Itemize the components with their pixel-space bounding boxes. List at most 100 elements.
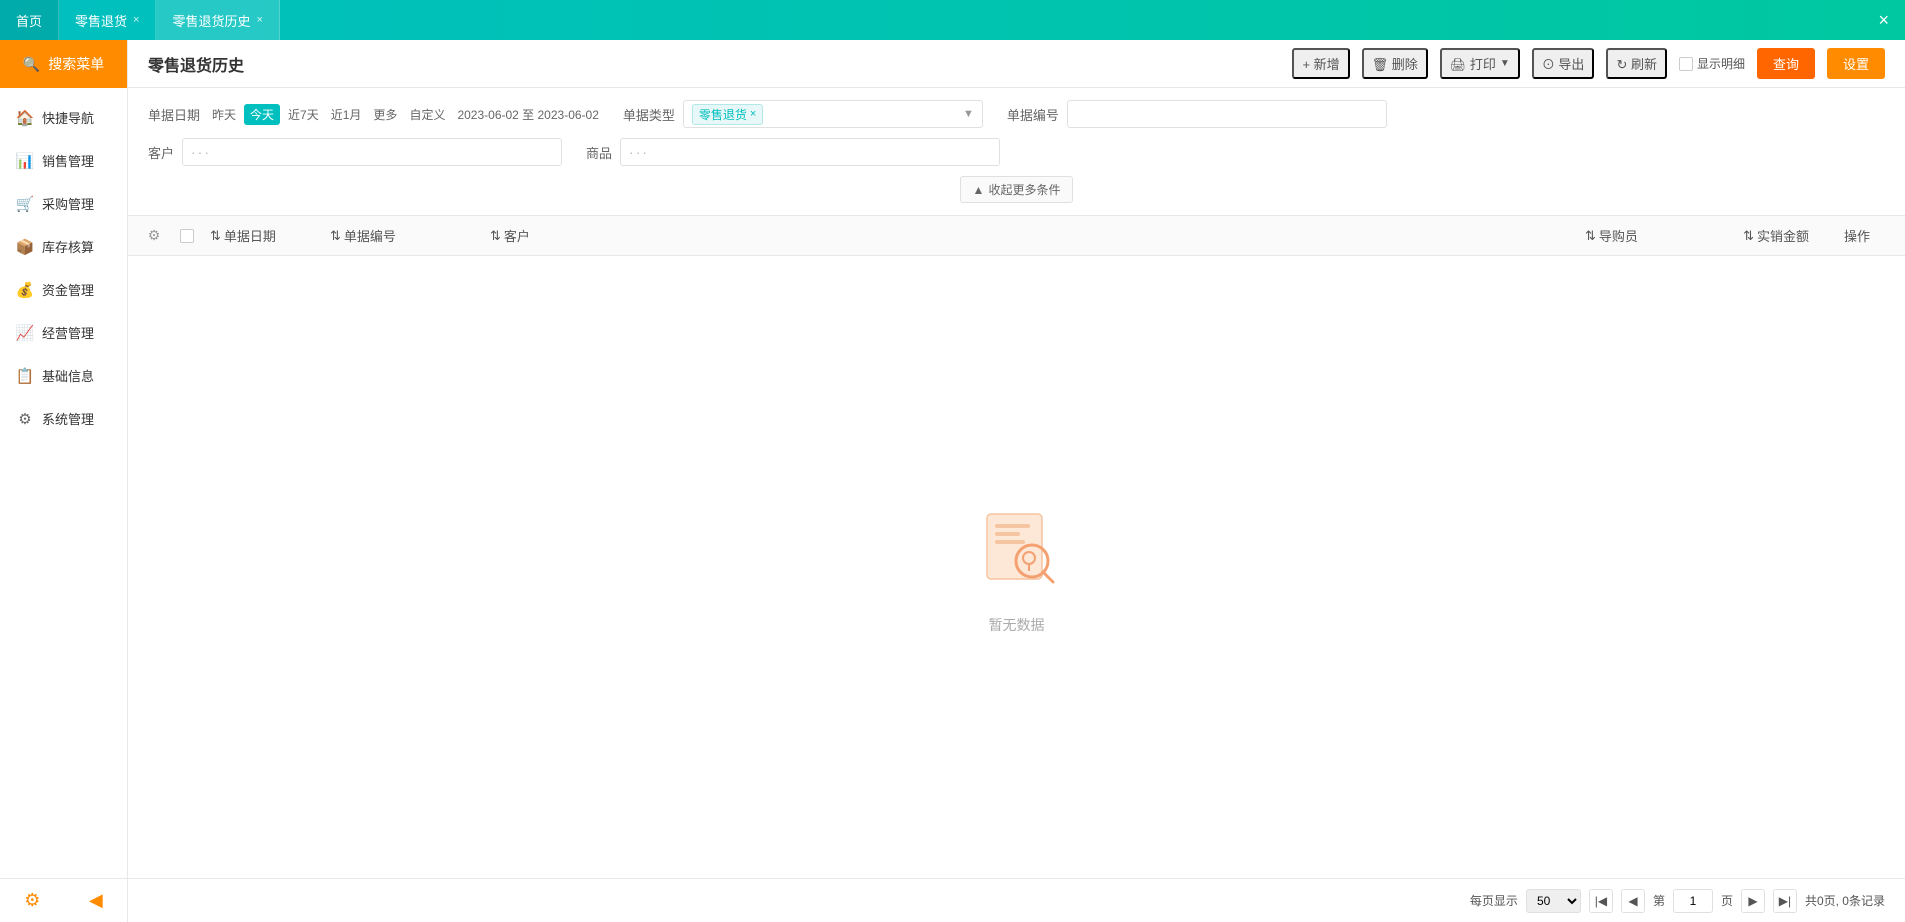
date-range-display: 2023-06-02 至 2023-06-02 (457, 106, 598, 123)
page-first-button[interactable]: |◀ (1589, 889, 1613, 913)
th-operate: 操作 (1817, 226, 1897, 245)
setting-button[interactable]: 设置 (1827, 48, 1885, 79)
bill-type-tag-close[interactable]: × (750, 108, 756, 120)
show-detail-checkbox[interactable] (1679, 57, 1693, 71)
date-opt-7days[interactable]: 近7天 (284, 104, 323, 125)
date-opt-today[interactable]: 今天 (244, 104, 280, 125)
th-customer: ⇅ 客户 (482, 226, 1577, 245)
th-amount-icon: ⇅ (1743, 228, 1754, 244)
per-page-select[interactable]: 50 10 20 100 (1526, 889, 1581, 913)
query-button[interactable]: 查询 (1757, 48, 1815, 79)
customer-select[interactable]: ··· (182, 138, 562, 166)
bill-type-label: 单据类型 (623, 105, 675, 124)
tab-list: 首页 零售退货 × 零售退货历史 × (0, 0, 1862, 40)
sales-icon: 📊 (16, 152, 34, 170)
collapse-icon: ▲ (973, 183, 985, 197)
bill-no-label: 单据编号 (1007, 105, 1059, 124)
show-detail-toggle[interactable]: 显示明细 (1679, 55, 1745, 72)
th-customer-icon: ⇅ (490, 228, 501, 244)
sidebar-item-operations[interactable]: 📈 经营管理 (0, 311, 127, 354)
page-title: 零售退货历史 (148, 52, 244, 76)
sidebar-item-label: 库存核算 (42, 237, 94, 256)
date-opt-1month[interactable]: 近1月 (327, 104, 366, 125)
page-prev-button[interactable]: ◀ (1621, 889, 1645, 913)
content-area: 零售退货历史 + 新增 🗑 删除 🖨 打印 ▼ ⊙ 导出 ↻ 刷新 (128, 40, 1905, 922)
empty-state: 暂无数据 (128, 256, 1905, 878)
collapse-filter-button[interactable]: ▲ 收起更多条件 (960, 176, 1074, 203)
th-amount: ⇅ 实销金额 (1697, 226, 1817, 245)
inventory-icon: 📦 (16, 238, 34, 256)
tab-retail-return[interactable]: 零售退货 × (59, 0, 156, 40)
sidebar-item-finance[interactable]: 💰 资金管理 (0, 268, 127, 311)
th-bill-date: ⇅ 单据日期 (202, 226, 322, 245)
new-button[interactable]: + 新增 (1292, 48, 1349, 79)
date-options: 昨天 今天 近7天 近1月 更多 自定义 (208, 104, 449, 125)
table-area: ⚙ ⇅ 单据日期 ⇅ 单据编号 ⇅ 客户 ⇅ 导购员 (128, 216, 1905, 878)
refresh-button[interactable]: ↻ 刷新 (1606, 48, 1667, 79)
tab-retail-return-history-label: 零售退货历史 (172, 11, 250, 30)
customer-placeholder: ··· (191, 144, 211, 160)
th-bill-date-icon: ⇅ (210, 228, 221, 244)
sidebar-item-basic-info[interactable]: 📋 基础信息 (0, 354, 127, 397)
tab-retail-return-history[interactable]: 零售退货历史 × (156, 0, 279, 40)
page-next-button[interactable]: ▶ (1741, 889, 1765, 913)
page-actions: + 新增 🗑 删除 🖨 打印 ▼ ⊙ 导出 ↻ 刷新 显示明细 (1292, 48, 1885, 79)
filter-row-2: 客户 ··· 商品 ··· (148, 138, 1885, 166)
filter-bill-no: 单据编号 (1007, 100, 1387, 128)
new-label: + 新增 (1302, 54, 1339, 73)
page-header: 零售退货历史 + 新增 🗑 删除 🖨 打印 ▼ ⊙ 导出 ↻ 刷新 (128, 40, 1905, 88)
sidebar-collapse-button[interactable]: ◀ (89, 890, 103, 911)
goods-placeholder: ··· (629, 144, 649, 160)
print-label: 🖨 打印 (1450, 54, 1496, 73)
search-menu-button[interactable]: 🔍 搜索菜单 (0, 40, 127, 88)
filter-goods: 商品 ··· (586, 138, 1000, 166)
sidebar-item-quick-nav[interactable]: 🏠 快捷导航 (0, 96, 127, 139)
th-guide: ⇅ 导购员 (1577, 226, 1697, 245)
window-close-button[interactable]: × (1878, 10, 1889, 31)
th-guide-label: 导购员 (1599, 226, 1638, 245)
print-button[interactable]: 🖨 打印 ▼ (1440, 48, 1520, 79)
column-settings-icon[interactable]: ⚙ (136, 227, 172, 244)
per-page-label: 每页显示 (1470, 892, 1518, 909)
delete-button[interactable]: 🗑 删除 (1362, 48, 1428, 79)
sidebar-item-label: 采购管理 (42, 194, 94, 213)
operations-icon: 📈 (16, 324, 34, 342)
date-opt-more[interactable]: 更多 (369, 104, 401, 125)
filter-bill-date: 单据日期 昨天 今天 近7天 近1月 更多 自定义 2023-06-02 至 2… (148, 104, 599, 125)
tab-retail-return-close[interactable]: × (133, 14, 139, 26)
sidebar-settings-button[interactable]: ⚙ (24, 890, 40, 911)
tab-retail-return-history-close[interactable]: × (256, 14, 262, 26)
bill-no-input[interactable] (1067, 100, 1387, 128)
collapse-label: 收起更多条件 (988, 181, 1060, 198)
th-operate-label: 操作 (1844, 226, 1870, 245)
query-label: 查询 (1773, 57, 1799, 72)
tab-retail-return-label: 零售退货 (75, 11, 127, 30)
search-menu-icon: 🔍 (23, 56, 40, 73)
sidebar-item-purchase[interactable]: 🛒 采购管理 (0, 182, 127, 225)
goods-select[interactable]: ··· (620, 138, 1000, 166)
filter-row-1: 单据日期 昨天 今天 近7天 近1月 更多 自定义 2023-06-02 至 2… (148, 100, 1885, 128)
th-bill-no: ⇅ 单据编号 (322, 226, 482, 245)
page-last-button[interactable]: ▶| (1773, 889, 1797, 913)
page-suffix: 页 (1721, 892, 1733, 909)
tab-home[interactable]: 首页 (0, 0, 59, 40)
sidebar-item-label: 系统管理 (42, 409, 94, 428)
sidebar-item-inventory[interactable]: 📦 库存核算 (0, 225, 127, 268)
empty-state-icon (967, 499, 1067, 599)
filter-bill-type: 单据类型 零售退货 × ▼ (623, 100, 983, 128)
show-detail-label: 显示明细 (1697, 55, 1745, 72)
tab-home-label: 首页 (16, 11, 42, 30)
sidebar-item-system[interactable]: ⚙ 系统管理 (0, 397, 127, 440)
finance-icon: 💰 (16, 281, 34, 299)
date-opt-custom[interactable]: 自定义 (405, 104, 449, 125)
page-number-input[interactable] (1673, 889, 1713, 913)
top-bar: 首页 零售退货 × 零售退货历史 × × (0, 0, 1905, 40)
top-bar-right: × (1862, 10, 1905, 31)
sidebar-item-sales[interactable]: 📊 销售管理 (0, 139, 127, 182)
export-button[interactable]: ⊙ 导出 (1532, 48, 1595, 79)
bill-type-select[interactable]: 零售退货 × ▼ (683, 100, 983, 128)
date-opt-yesterday[interactable]: 昨天 (208, 104, 240, 125)
select-all-checkbox[interactable] (172, 229, 202, 243)
delete-label: 🗑 删除 (1372, 54, 1418, 73)
bill-type-dropdown-icon: ▼ (963, 108, 974, 120)
